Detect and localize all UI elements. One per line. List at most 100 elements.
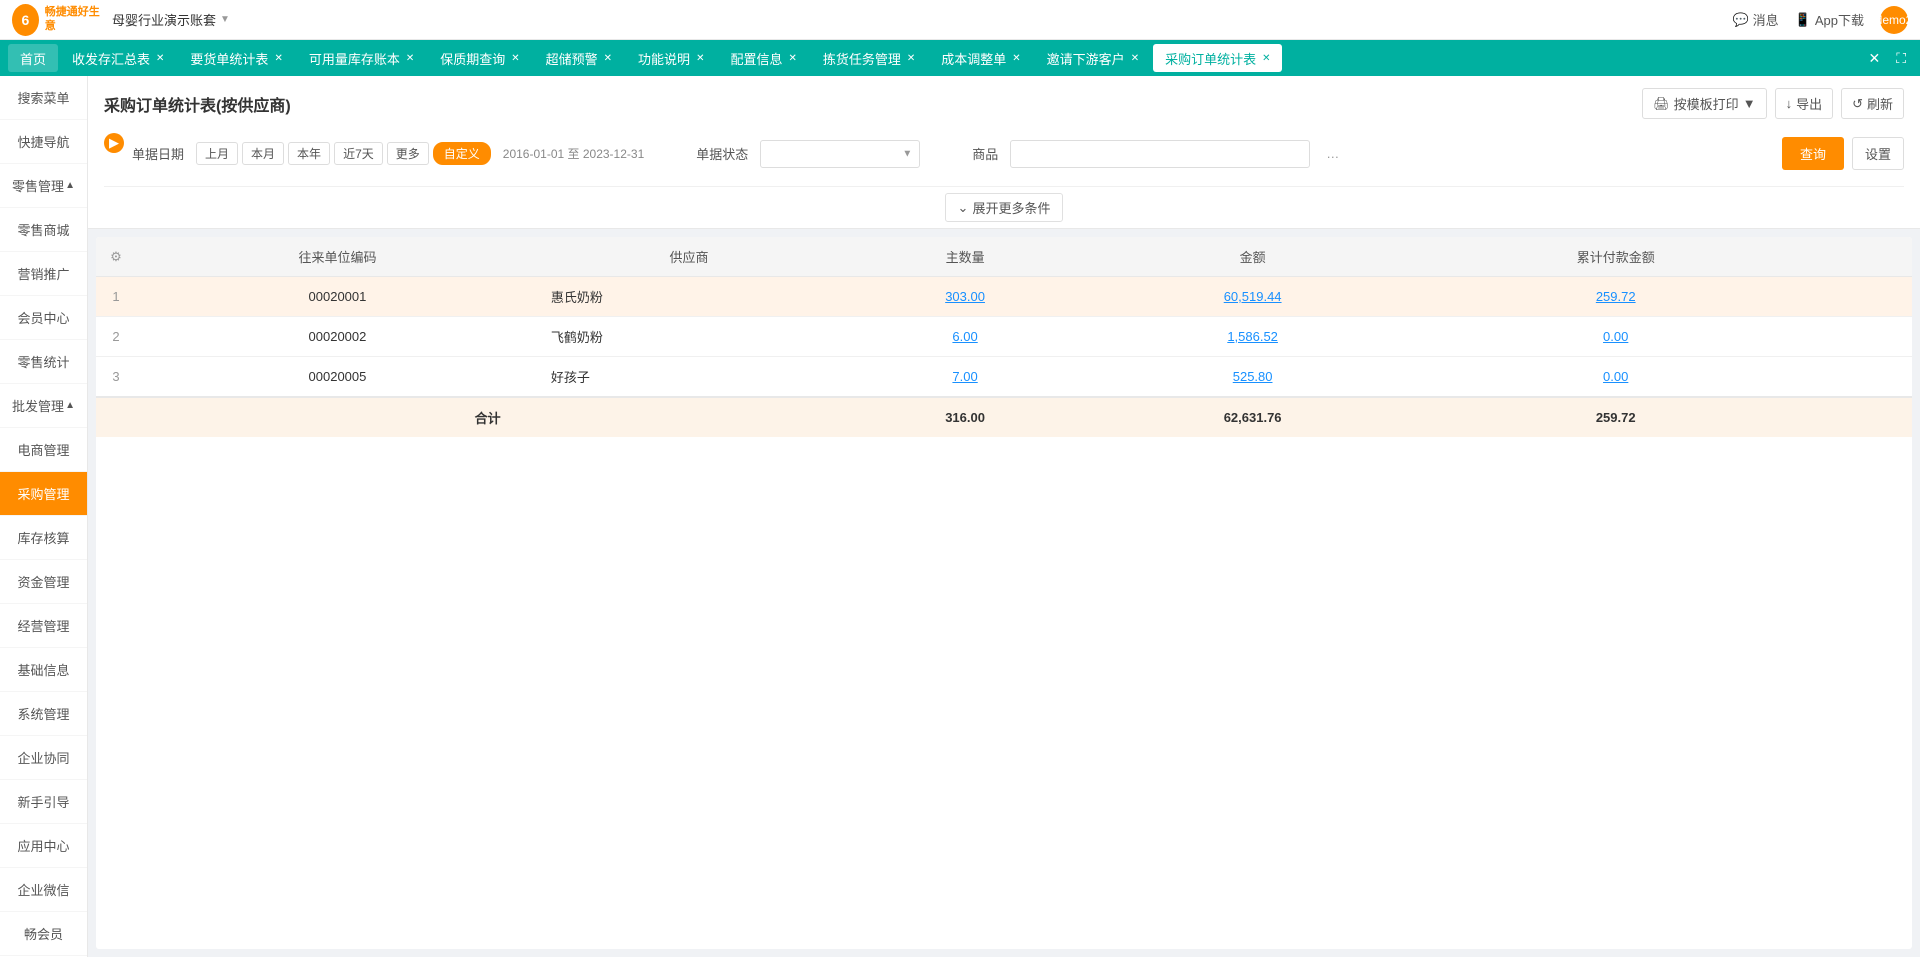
this-year-btn[interactable]: 本年 xyxy=(288,142,330,165)
sidebar-item-enterprise[interactable]: 企业协同 xyxy=(0,736,87,780)
close-tab-9-icon[interactable]: ✕ xyxy=(1131,53,1139,64)
status-filter-label: 单据状态 xyxy=(696,144,748,163)
sidebar-item-system[interactable]: 系统管理 xyxy=(0,692,87,736)
sidebar-item-marketing[interactable]: 营销推广 xyxy=(0,252,87,296)
column-settings-icon[interactable]: ⚙ xyxy=(110,249,122,264)
footer-row: 合计 316.00 62,631.76 259.72 xyxy=(96,397,1912,437)
tab-9[interactable]: 邀请下游客户 ✕ xyxy=(1035,44,1151,72)
footer-extra xyxy=(1817,397,1912,437)
tab-2[interactable]: 可用量库存账本 ✕ xyxy=(297,44,426,72)
tab-10[interactable]: 采购订单统计表 ✕ xyxy=(1153,44,1282,72)
tab-6[interactable]: 配置信息 ✕ xyxy=(718,44,808,72)
col-paid: 累计付款金额 xyxy=(1414,237,1817,277)
user-avatar[interactable]: demo2 xyxy=(1880,6,1908,34)
close-tab-6-icon[interactable]: ✕ xyxy=(788,53,796,64)
row-amount-2[interactable]: 1,586.52 xyxy=(1091,317,1414,357)
row-amount-3[interactable]: 525.80 xyxy=(1091,357,1414,398)
goods-filter-input[interactable] xyxy=(1010,140,1310,168)
goods-filter-more-icon[interactable]: … xyxy=(1326,146,1339,161)
close-tab-4-icon[interactable]: ✕ xyxy=(604,53,612,64)
tab-5[interactable]: 功能说明 ✕ xyxy=(626,44,716,72)
row-paid-1[interactable]: 259.72 xyxy=(1414,277,1817,317)
page-header: 采购订单统计表(按供应商) 🖨 按模板打印 ▼ ↓ 导出 ↺ 刷新 xyxy=(88,76,1920,229)
close-tab-7-icon[interactable]: ✕ xyxy=(907,53,915,64)
status-select[interactable] xyxy=(760,140,920,168)
row-qty-3[interactable]: 7.00 xyxy=(839,357,1091,398)
refresh-button[interactable]: ↺ 刷新 xyxy=(1841,88,1904,119)
expand-more-button[interactable]: ⌄ 展开更多条件 xyxy=(945,193,1064,222)
date-buttons: 上月 本月 本年 近7天 更多 自定义 xyxy=(196,142,491,165)
sidebar-item-search[interactable]: 搜索菜单 xyxy=(0,76,87,120)
row-extra-3 xyxy=(1817,357,1912,398)
sidebar-item-quicknav[interactable]: 快捷导航 xyxy=(0,120,87,164)
page-title-row: 采购订单统计表(按供应商) 🖨 按模板打印 ▼ ↓ 导出 ↺ 刷新 xyxy=(104,88,1904,119)
settings-button[interactable]: 设置 xyxy=(1852,137,1904,170)
date-filter-label: 单据日期 xyxy=(132,144,184,163)
sidebar-item-ecommerce[interactable]: 电商管理 xyxy=(0,428,87,472)
tab-home[interactable]: 首页 xyxy=(8,44,58,72)
more-dates-btn[interactable]: 更多 xyxy=(387,142,429,165)
tab-4[interactable]: 超储预警 ✕ xyxy=(534,44,624,72)
app-icon: 📱 xyxy=(1795,12,1811,28)
close-all-tabs-icon[interactable]: ✕ xyxy=(1862,48,1886,69)
sidebar-item-wechat[interactable]: 企业微信 xyxy=(0,868,87,912)
this-month-btn[interactable]: 本月 xyxy=(242,142,284,165)
tab-0[interactable]: 收发存汇总表 ✕ xyxy=(60,44,176,72)
expand-tabs-icon[interactable]: ⛶ xyxy=(1890,48,1912,69)
sidebar-item-retail-stats[interactable]: 零售统计 xyxy=(0,340,87,384)
sidebar-item-purchase[interactable]: 采购管理 xyxy=(0,472,87,516)
query-action-buttons: 查询 设置 xyxy=(1782,137,1904,170)
row-qty-1[interactable]: 303.00 xyxy=(839,277,1091,317)
custom-date-btn[interactable]: 自定义 xyxy=(433,142,491,165)
close-tab-2-icon[interactable]: ✕ xyxy=(406,53,414,64)
expand-icon: ⌄ xyxy=(958,200,969,216)
sidebar-item-operations[interactable]: 经营管理 xyxy=(0,604,87,648)
logo-text: 畅捷通好生意 xyxy=(45,6,100,32)
print-button[interactable]: 🖨 按模板打印 ▼ xyxy=(1642,88,1766,119)
workspace-selector[interactable]: 母婴行业演示账套 ▼ xyxy=(112,10,1720,29)
sidebar-item-app-center[interactable]: 应用中心 xyxy=(0,824,87,868)
col-amount: 金额 xyxy=(1091,237,1414,277)
tab-7[interactable]: 拣货任务管理 ✕ xyxy=(811,44,927,72)
tab-1[interactable]: 要货单统计表 ✕ xyxy=(178,44,294,72)
close-tab-10-icon[interactable]: ✕ xyxy=(1262,53,1270,64)
row-supplier-2: 飞鹤奶粉 xyxy=(539,317,839,357)
row-supplier-3: 好孩子 xyxy=(539,357,839,398)
sidebar-arrow-wholesale-icon: ▲ xyxy=(65,400,75,411)
row-num-3: 3 xyxy=(96,357,136,398)
close-tab-5-icon[interactable]: ✕ xyxy=(696,53,704,64)
layout: 搜索菜单 快捷导航 零售管理 ▲ 零售商城 营销推广 会员中心 零售统计 批发管… xyxy=(0,76,1920,957)
tab-8[interactable]: 成本调整单 ✕ xyxy=(929,44,1032,72)
table-row: 1 00020001 惠氏奶粉 303.00 60,519.44 259.72 xyxy=(96,277,1912,317)
footer-amount: 62,631.76 xyxy=(1091,397,1414,437)
query-button[interactable]: 查询 xyxy=(1782,137,1844,170)
sidebar-item-wholesale[interactable]: 批发管理 ▲ xyxy=(0,384,87,428)
collapse-filter-icon[interactable]: ▶ xyxy=(104,133,124,153)
sidebar-item-inventory[interactable]: 库存核算 xyxy=(0,516,87,560)
sidebar-item-basic-info[interactable]: 基础信息 xyxy=(0,648,87,692)
last-7days-btn[interactable]: 近7天 xyxy=(334,142,383,165)
sidebar-item-newbie[interactable]: 新手引导 xyxy=(0,780,87,824)
sidebar-item-vip[interactable]: 畅会员 xyxy=(0,912,87,956)
close-tab-0-icon[interactable]: ✕ xyxy=(156,53,164,64)
sidebar: 搜索菜单 快捷导航 零售管理 ▲ 零售商城 营销推广 会员中心 零售统计 批发管… xyxy=(0,76,88,957)
row-paid-3[interactable]: 0.00 xyxy=(1414,357,1817,398)
row-qty-2[interactable]: 6.00 xyxy=(839,317,1091,357)
tab-3[interactable]: 保质期查询 ✕ xyxy=(428,44,531,72)
close-tab-8-icon[interactable]: ✕ xyxy=(1012,53,1020,64)
col-code: 往来单位编码 xyxy=(136,237,539,277)
message-btn[interactable]: 💬 消息 xyxy=(1732,10,1778,29)
sidebar-item-retail-mall[interactable]: 零售商城 xyxy=(0,208,87,252)
last-month-btn[interactable]: 上月 xyxy=(196,142,238,165)
sidebar-arrow-retail-icon: ▲ xyxy=(65,180,75,191)
col-qty: 主数量 xyxy=(839,237,1091,277)
app-download-btn[interactable]: 📱 App下载 xyxy=(1795,10,1864,29)
sidebar-item-member[interactable]: 会员中心 xyxy=(0,296,87,340)
row-paid-2[interactable]: 0.00 xyxy=(1414,317,1817,357)
close-tab-3-icon[interactable]: ✕ xyxy=(511,53,519,64)
export-button[interactable]: ↓ 导出 xyxy=(1775,88,1834,119)
sidebar-item-finance[interactable]: 资金管理 xyxy=(0,560,87,604)
sidebar-item-retail-mgmt[interactable]: 零售管理 ▲ xyxy=(0,164,87,208)
close-tab-1-icon[interactable]: ✕ xyxy=(274,53,282,64)
row-amount-1[interactable]: 60,519.44 xyxy=(1091,277,1414,317)
